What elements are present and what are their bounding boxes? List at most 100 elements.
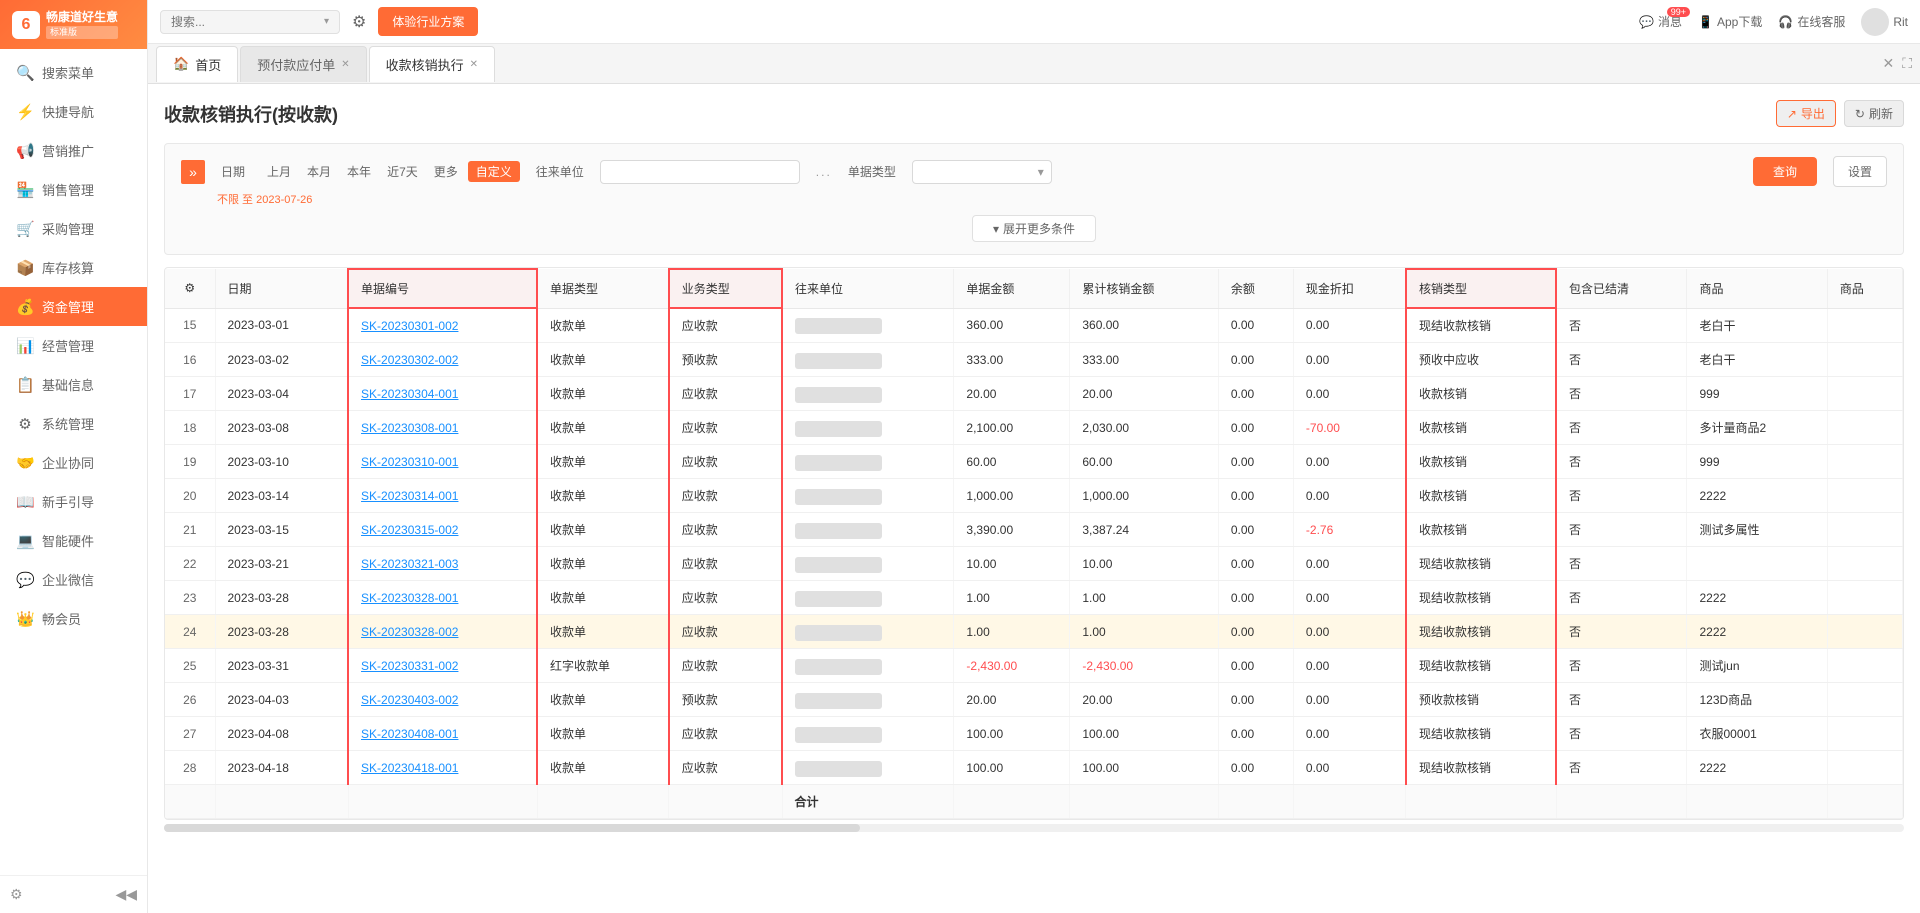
export-btn[interactable]: ↗ 导出 — [1776, 100, 1836, 127]
table-row: 20 2023-03-14 SK-20230314-001 收款单 应收款 ██… — [165, 479, 1903, 513]
app-download-btn[interactable]: 📱 App下载 — [1698, 13, 1762, 30]
col-setting[interactable]: ⚙ — [165, 269, 215, 308]
date-this-year[interactable]: 本年 — [341, 161, 377, 182]
doc-no-link[interactable]: SK-20230310-001 — [361, 455, 458, 469]
sidebar-item-14[interactable]: 👑畅会员 — [0, 599, 147, 638]
cell-product2 — [1827, 615, 1902, 649]
doc-no-link[interactable]: SK-20230328-002 — [361, 625, 458, 639]
industry-btn[interactable]: 体验行业方案 — [378, 7, 478, 36]
sidebar-item-0[interactable]: 🔍搜索菜单 — [0, 53, 147, 92]
col-product1[interactable]: 商品 — [1687, 269, 1827, 308]
tab-close-verify[interactable]: ✕ — [470, 59, 478, 70]
sidebar-item-2[interactable]: 📢营销推广 — [0, 131, 147, 170]
cell-product1: 999 — [1687, 377, 1827, 411]
cell-verified: 1,000.00 — [1070, 479, 1219, 513]
doc-no-link[interactable]: SK-20230314-001 — [361, 489, 458, 503]
cell-amount: 100.00 — [954, 717, 1070, 751]
col-balance[interactable]: 余额 — [1218, 269, 1293, 308]
filter-expand-btn[interactable]: » — [181, 160, 205, 184]
cell-include-settled: 否 — [1556, 479, 1687, 513]
sidebar-item-5[interactable]: 📦库存核算 — [0, 248, 147, 287]
col-doc-no[interactable]: 单据编号 — [348, 269, 537, 308]
scroll-thumb[interactable] — [164, 824, 860, 832]
col-amount[interactable]: 单据金额 — [954, 269, 1070, 308]
date-more[interactable]: 更多 — [428, 161, 464, 182]
sidebar-item-9[interactable]: ⚙系统管理 — [0, 404, 147, 443]
chevron-down-icon: ▾ — [324, 16, 329, 27]
search-input[interactable] — [171, 15, 320, 29]
expand-more-btn[interactable]: ▾ 展开更多条件 — [972, 215, 1096, 242]
doc-no-link[interactable]: SK-20230331-002 — [361, 659, 458, 673]
doc-no-link[interactable]: SK-20230403-002 — [361, 693, 458, 707]
doc-no-link[interactable]: SK-20230418-001 — [361, 761, 458, 775]
sidebar-item-1[interactable]: ⚡快捷导航 — [0, 92, 147, 131]
sidebar-icon-2: 📢 — [16, 142, 34, 160]
sidebar-item-10[interactable]: 🤝企业协同 — [0, 443, 147, 482]
date-7days[interactable]: 近7天 — [381, 161, 424, 182]
cell-no: 15 — [165, 308, 215, 343]
online-service-btn[interactable]: 🎧 在线客服 — [1778, 13, 1845, 30]
cell-discount: 0.00 — [1293, 445, 1406, 479]
doc-no-link[interactable]: SK-20230408-001 — [361, 727, 458, 741]
cell-doc-no: SK-20230301-002 — [348, 308, 537, 343]
gear-icon[interactable]: ⚙ — [352, 12, 366, 32]
doc-no-link[interactable]: SK-20230328-001 — [361, 591, 458, 605]
doc-no-link[interactable]: SK-20230321-003 — [361, 557, 458, 571]
sidebar-label-5: 库存核算 — [42, 258, 94, 277]
doc-no-link[interactable]: SK-20230315-002 — [361, 523, 458, 537]
col-biz-type[interactable]: 业务类型 — [669, 269, 782, 308]
close-tab-icon[interactable]: ✕ — [1882, 55, 1894, 72]
expand-tab-icon[interactable]: ⛶ — [1902, 55, 1912, 72]
doc-type-select[interactable] — [912, 160, 1052, 184]
sidebar-item-3[interactable]: 🏪销售管理 — [0, 170, 147, 209]
cell-verify-type: 预收款核销 — [1406, 683, 1556, 717]
horizontal-scrollbar[interactable] — [164, 824, 1904, 832]
col-partner[interactable]: 往来单位 — [782, 269, 954, 308]
doc-no-link[interactable]: SK-20230301-002 — [361, 319, 458, 333]
sidebar-item-12[interactable]: 💻智能硬件 — [0, 521, 147, 560]
date-last-month[interactable]: 上月 — [261, 161, 297, 182]
tab-verify[interactable]: 收款核销执行 ✕ — [369, 46, 495, 82]
date-this-month[interactable]: 本月 — [301, 161, 337, 182]
sidebar-item-4[interactable]: 🛒采购管理 — [0, 209, 147, 248]
cell-date: 2023-03-28 — [215, 615, 348, 649]
filter-settings-btn[interactable]: 设置 — [1833, 156, 1887, 187]
cell-amount: 100.00 — [954, 751, 1070, 785]
col-include-settled[interactable]: 包含已结清 — [1556, 269, 1687, 308]
query-btn[interactable]: 查询 — [1753, 157, 1817, 186]
date-custom-btn[interactable]: 自定义 — [468, 161, 520, 182]
tab-home[interactable]: 🏠 首页 — [156, 46, 238, 82]
cell-verified: 100.00 — [1070, 717, 1219, 751]
col-date[interactable]: 日期 — [215, 269, 348, 308]
sidebar-item-13[interactable]: 💬企业微信 — [0, 560, 147, 599]
cell-partner: ██████ — [782, 547, 954, 581]
col-product2[interactable]: 商品 — [1827, 269, 1902, 308]
collapse-icon[interactable]: ◀◀ — [115, 886, 137, 903]
settings-icon[interactable]: ⚙ — [10, 886, 23, 903]
doc-no-link[interactable]: SK-20230308-001 — [361, 421, 458, 435]
cell-date: 2023-03-31 — [215, 649, 348, 683]
col-discount[interactable]: 现金折扣 — [1293, 269, 1406, 308]
messages-btn[interactable]: 💬 消息 99+ — [1639, 13, 1682, 30]
partner-dots[interactable]: ... — [816, 165, 832, 179]
user-info[interactable]: Rit — [1861, 8, 1908, 36]
sidebar-item-6[interactable]: 💰资金管理 — [0, 287, 147, 326]
col-verify-type[interactable]: 核销类型 — [1406, 269, 1556, 308]
sidebar-item-8[interactable]: 📋基础信息 — [0, 365, 147, 404]
cell-discount: 0.00 — [1293, 717, 1406, 751]
partner-label: 往来单位 — [536, 163, 584, 180]
sidebar-nav: 🔍搜索菜单⚡快捷导航📢营销推广🏪销售管理🛒采购管理📦库存核算💰资金管理📊经营管理… — [0, 49, 147, 875]
search-wrapper[interactable]: ▾ — [160, 10, 340, 34]
doc-no-link[interactable]: SK-20230302-002 — [361, 353, 458, 367]
tab-close-prepayment[interactable]: ✕ — [341, 59, 349, 70]
table-row: 22 2023-03-21 SK-20230321-003 收款单 应收款 ██… — [165, 547, 1903, 581]
doc-no-link[interactable]: SK-20230304-001 — [361, 387, 458, 401]
sidebar-item-11[interactable]: 📖新手引导 — [0, 482, 147, 521]
cell-verify-type: 收款核销 — [1406, 445, 1556, 479]
refresh-btn[interactable]: ↻ 刷新 — [1844, 100, 1904, 127]
tab-prepayment[interactable]: 预付款应付单 ✕ — [240, 46, 366, 82]
col-doc-type[interactable]: 单据类型 — [537, 269, 669, 308]
partner-input[interactable] — [600, 160, 800, 184]
sidebar-item-7[interactable]: 📊经营管理 — [0, 326, 147, 365]
col-verified[interactable]: 累计核销金额 — [1070, 269, 1219, 308]
